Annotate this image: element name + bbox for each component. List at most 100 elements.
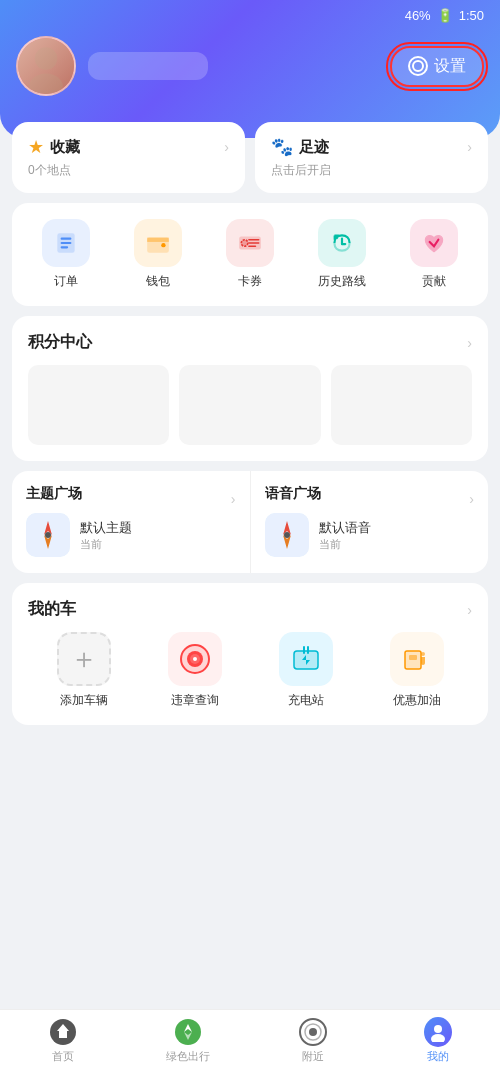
voice-info: 默认语音 当前 (319, 519, 371, 552)
bottom-padding (12, 735, 488, 815)
status-bar: 46% 🔋 1:50 (0, 0, 500, 27)
home-icon (49, 1018, 77, 1046)
svg-point-45 (434, 1025, 442, 1033)
footprints-subtitle: 点击后开启 (271, 162, 472, 179)
orders-label: 订单 (54, 273, 78, 290)
fuel-label: 优惠加油 (393, 692, 441, 709)
add-car-label: 添加车辆 (60, 692, 108, 709)
orders-icon (42, 219, 90, 267)
nav-green-travel-label: 绿色出行 (166, 1049, 210, 1064)
wallet-label: 钱包 (146, 273, 170, 290)
theme-chevron: › (231, 491, 236, 507)
features-grid: 订单 钱包 (20, 219, 480, 290)
points-card[interactable]: 积分中心 › (12, 316, 488, 461)
green-travel-icon (174, 1018, 202, 1046)
theme-section[interactable]: 主题广场 › 默认主题 当前 (12, 471, 251, 573)
settings-button[interactable]: 设置 (390, 46, 484, 87)
svg-point-9 (161, 243, 165, 247)
footprints-chevron: › (467, 139, 472, 155)
points-title: 积分中心 (28, 332, 92, 353)
svg-point-43 (309, 1028, 317, 1036)
violation-label: 违章查询 (171, 692, 219, 709)
theme-title: 主题广场 (26, 485, 82, 503)
feature-history[interactable]: 历史路线 (318, 219, 366, 290)
nav-profile-label: 我的 (427, 1049, 449, 1064)
contribute-label: 贡献 (422, 273, 446, 290)
user-info (16, 36, 208, 96)
svg-point-36 (421, 652, 425, 656)
svg-rect-31 (294, 651, 318, 669)
fuel-icon (390, 632, 444, 686)
voice-current: 当前 (319, 537, 371, 552)
violation-icon (168, 632, 222, 686)
points-image-2 (179, 365, 320, 445)
nav-profile[interactable]: 我的 (408, 1018, 468, 1064)
profile-icon (424, 1018, 452, 1046)
my-car-chevron: › (467, 602, 472, 618)
svg-point-0 (35, 47, 57, 69)
main-content: ★ 收藏 › 0个地点 🐾 足迹 › 点击后开启 (0, 122, 500, 815)
battery-text: 46% (405, 8, 431, 23)
car-charge[interactable]: 充电站 (279, 632, 333, 709)
feature-coupon[interactable]: 卡券 (226, 219, 274, 290)
battery-icon: 🔋 (437, 8, 453, 23)
settings-icon (408, 56, 428, 76)
svg-point-30 (193, 657, 197, 661)
feature-wallet[interactable]: 钱包 (134, 219, 182, 290)
voice-map-icon (265, 513, 309, 557)
theme-info: 默认主题 当前 (80, 519, 132, 552)
car-fuel[interactable]: 优惠加油 (390, 632, 444, 709)
nav-green-travel[interactable]: 绿色出行 (158, 1018, 218, 1064)
footprints-title: 足迹 (299, 138, 329, 157)
theme-voice-card: 主题广场 › 默认主题 当前 (12, 471, 488, 573)
status-icons: 46% 🔋 1:50 (405, 8, 484, 23)
svg-rect-6 (61, 246, 69, 248)
feature-contribute[interactable]: 贡献 (410, 219, 458, 290)
user-name-placeholder (88, 52, 208, 80)
car-violation[interactable]: 违章查询 (168, 632, 222, 709)
svg-rect-2 (18, 38, 74, 94)
theme-item: 默认主题 当前 (26, 513, 236, 557)
svg-rect-35 (409, 655, 417, 660)
nav-home[interactable]: 首页 (33, 1018, 93, 1064)
svg-point-25 (284, 532, 290, 538)
collections-card[interactable]: ★ 收藏 › 0个地点 (12, 122, 245, 193)
svg-point-39 (175, 1019, 201, 1045)
coupon-icon (226, 219, 274, 267)
svg-rect-8 (147, 238, 169, 242)
nearby-icon (299, 1018, 327, 1046)
nav-nearby[interactable]: 附近 (283, 1018, 343, 1064)
svg-point-46 (431, 1034, 445, 1042)
history-icon (318, 219, 366, 267)
voice-section[interactable]: 语音广场 › 默认语音 当前 (251, 471, 489, 573)
voice-item: 默认语音 当前 (265, 513, 475, 557)
star-icon: ★ (28, 136, 44, 158)
settings-label: 设置 (434, 56, 466, 77)
voice-name: 默认语音 (319, 519, 371, 537)
feature-orders[interactable]: 订单 (42, 219, 90, 290)
points-image-3 (331, 365, 472, 445)
theme-name: 默认主题 (80, 519, 132, 537)
nav-home-label: 首页 (52, 1049, 74, 1064)
my-car-title: 我的车 (28, 599, 76, 620)
avatar[interactable] (16, 36, 76, 96)
svg-point-21 (45, 532, 51, 538)
profile-avatar (424, 1017, 452, 1047)
points-images (28, 365, 472, 445)
nav-nearby-label: 附近 (302, 1049, 324, 1064)
charge-label: 充电站 (288, 692, 324, 709)
points-chevron: › (467, 335, 472, 351)
cards-row: ★ 收藏 › 0个地点 🐾 足迹 › 点击后开启 (12, 122, 488, 193)
theme-map-icon (26, 513, 70, 557)
car-add[interactable]: ＋ 添加车辆 (57, 632, 111, 709)
add-car-icon: ＋ (57, 632, 111, 686)
avatar-image (18, 36, 74, 96)
svg-rect-5 (61, 242, 72, 244)
collections-subtitle: 0个地点 (28, 162, 229, 179)
theme-current: 当前 (80, 537, 132, 552)
footprints-card[interactable]: 🐾 足迹 › 点击后开启 (255, 122, 488, 193)
voice-title: 语音广场 (265, 485, 321, 503)
bottom-nav: 首页 绿色出行 附近 (0, 1009, 500, 1084)
coupon-label: 卡券 (238, 273, 262, 290)
voice-chevron: › (469, 491, 474, 507)
